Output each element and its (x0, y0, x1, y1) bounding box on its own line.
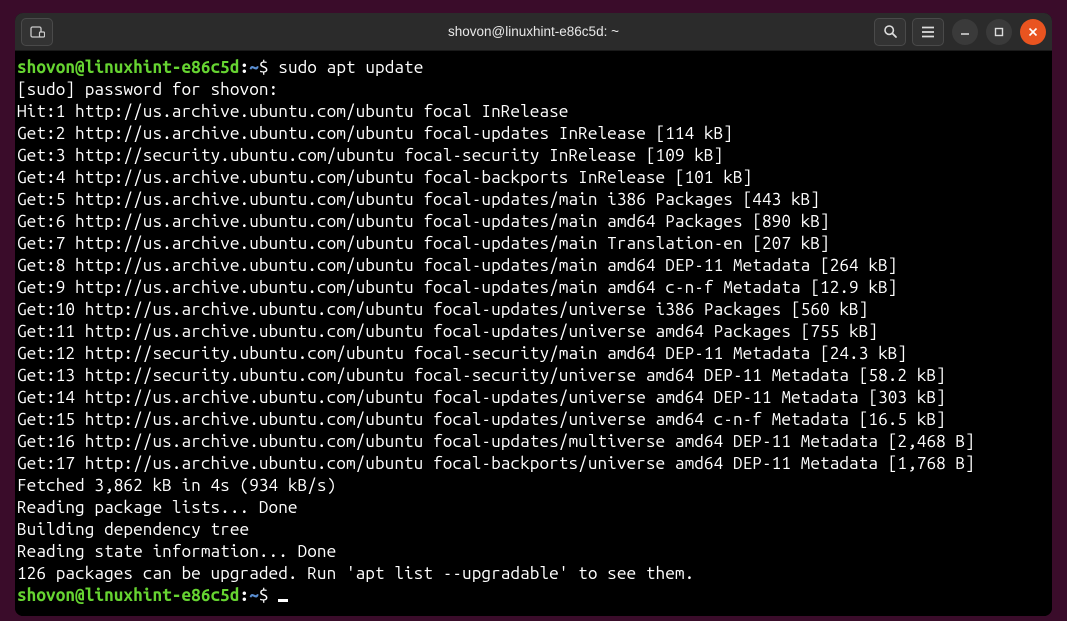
hamburger-icon (921, 26, 935, 38)
hamburger-menu-button[interactable] (912, 18, 944, 46)
minimize-button[interactable] (952, 19, 978, 45)
output-line: Get:8 http://us.archive.ubuntu.com/ubunt… (17, 256, 897, 275)
close-button[interactable] (1020, 19, 1046, 45)
output-line: Get:2 http://us.archive.ubuntu.com/ubunt… (17, 124, 733, 143)
window-title: shovon@linuxhint-e86c5d: ~ (448, 24, 619, 39)
output-line: Get:7 http://us.archive.ubuntu.com/ubunt… (17, 234, 830, 253)
output-line: Get:9 http://us.archive.ubuntu.com/ubunt… (17, 278, 897, 297)
close-icon (1028, 27, 1038, 37)
output-line: Get:11 http://us.archive.ubuntu.com/ubun… (17, 322, 878, 341)
search-button[interactable] (874, 18, 906, 46)
maximize-button[interactable] (986, 19, 1012, 45)
output-line: Get:15 http://us.archive.ubuntu.com/ubun… (17, 410, 946, 429)
prompt-colon: : (240, 586, 250, 605)
output-line: Reading state information... Done (17, 542, 336, 561)
output-line: Get:10 http://us.archive.ubuntu.com/ubun… (17, 300, 868, 319)
output-line: [sudo] password for shovon: (17, 80, 278, 99)
cursor (278, 599, 288, 602)
prompt-user: shovon@linuxhint-e86c5d (17, 58, 240, 77)
prompt-dollar: $ (259, 586, 278, 605)
command-text: sudo apt update (278, 58, 423, 77)
prompt-colon: : (240, 58, 250, 77)
minimize-icon (960, 27, 970, 37)
output-line: Get:3 http://security.ubuntu.com/ubuntu … (17, 146, 723, 165)
terminal-output[interactable]: shovon@linuxhint-e86c5d:~$ sudo apt upda… (15, 51, 1052, 616)
output-line: Get:17 http://us.archive.ubuntu.com/ubun… (17, 454, 975, 473)
prompt-path: ~ (249, 586, 259, 605)
output-line: Fetched 3,862 kB in 4s (934 kB/s) (17, 476, 336, 495)
new-tab-icon (29, 24, 45, 40)
output-line: Reading package lists... Done (17, 498, 298, 517)
output-line: Get:14 http://us.archive.ubuntu.com/ubun… (17, 388, 946, 407)
output-line: Get:5 http://us.archive.ubuntu.com/ubunt… (17, 190, 820, 209)
new-tab-button[interactable] (21, 18, 53, 46)
output-line: Get:13 http://security.ubuntu.com/ubuntu… (17, 366, 946, 385)
prompt-user: shovon@linuxhint-e86c5d (17, 586, 240, 605)
search-icon (883, 24, 898, 39)
titlebar-left (21, 18, 53, 46)
output-line: Get:6 http://us.archive.ubuntu.com/ubunt… (17, 212, 830, 231)
prompt-dollar: $ (259, 58, 278, 77)
output-line: Building dependency tree (17, 520, 249, 539)
titlebar: shovon@linuxhint-e86c5d: ~ (15, 13, 1052, 51)
output-line: Get:16 http://us.archive.ubuntu.com/ubun… (17, 432, 975, 451)
output-line: 126 packages can be upgraded. Run 'apt l… (17, 564, 694, 583)
titlebar-right (874, 18, 1046, 46)
output-line: Hit:1 http://us.archive.ubuntu.com/ubunt… (17, 102, 568, 121)
prompt-path: ~ (249, 58, 259, 77)
output-line: Get:4 http://us.archive.ubuntu.com/ubunt… (17, 168, 752, 187)
terminal-window: shovon@linuxhint-e86c5d: ~ (15, 13, 1052, 616)
maximize-icon (994, 27, 1004, 37)
output-line: Get:12 http://security.ubuntu.com/ubuntu… (17, 344, 907, 363)
